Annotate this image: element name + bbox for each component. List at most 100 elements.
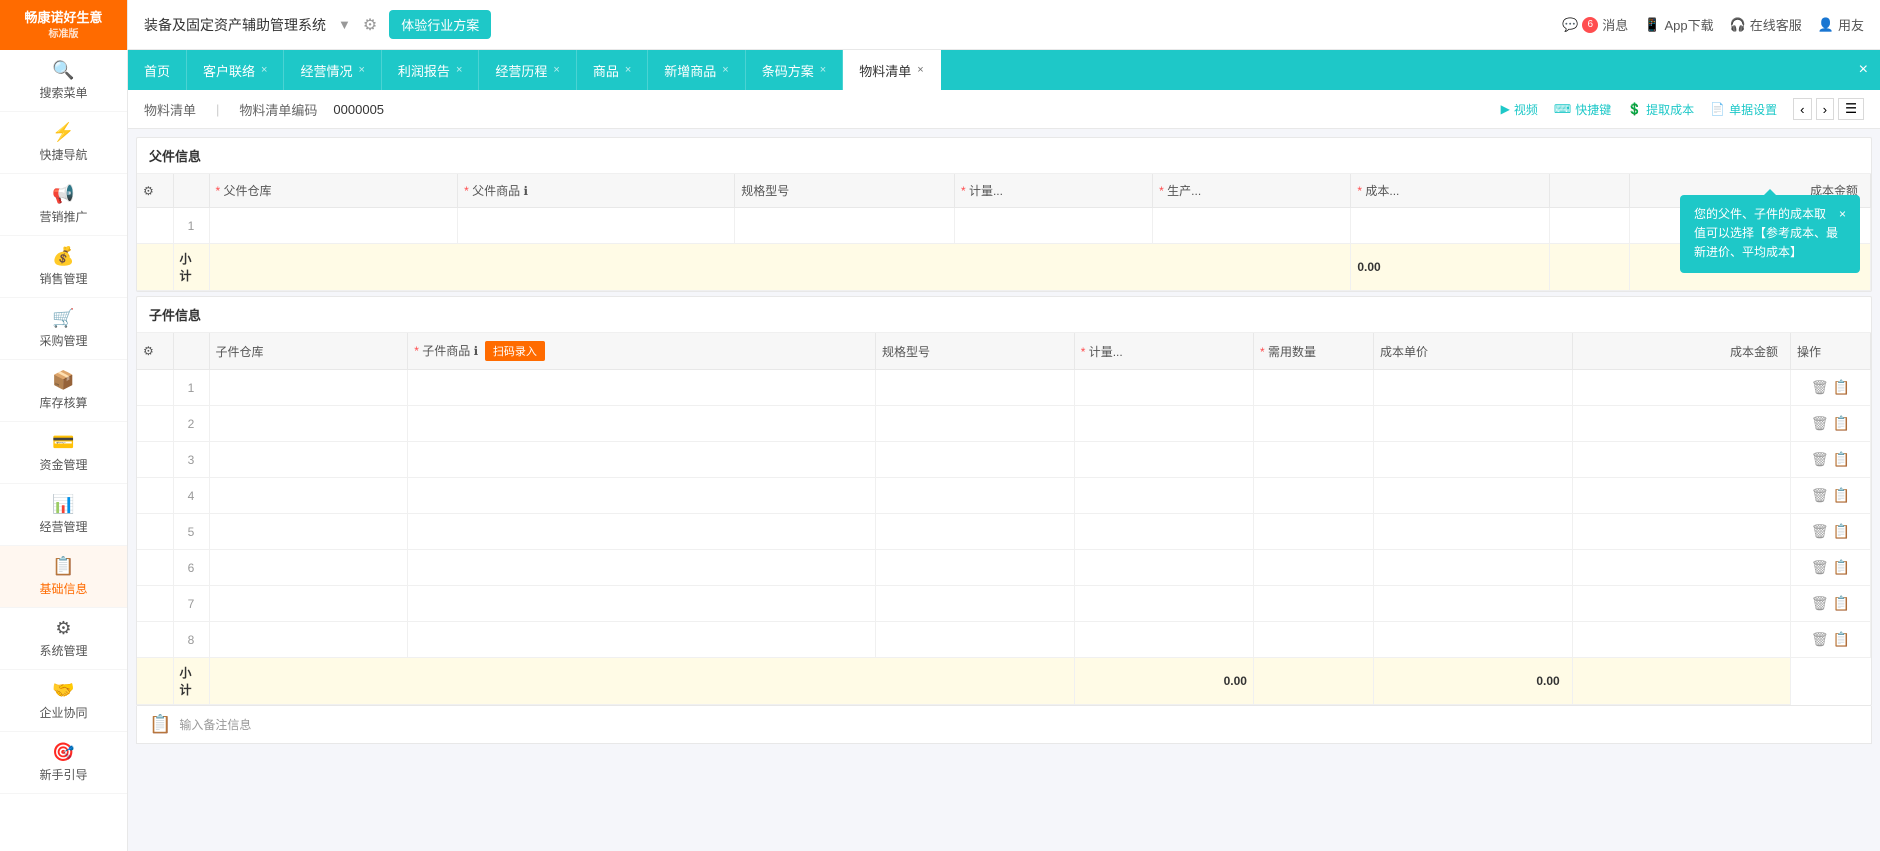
tab-home[interactable]: 首页 [128, 50, 187, 90]
child-qty-cell[interactable] [1253, 442, 1373, 478]
parent-production-cell[interactable] [1153, 208, 1351, 244]
child-spec-cell[interactable] [875, 586, 1074, 622]
child-unit-cell[interactable] [1074, 370, 1253, 406]
child-warehouse-cell[interactable] [209, 406, 408, 442]
child-warehouse-cell[interactable] [209, 442, 408, 478]
single-setting-button[interactable]: 📄 单据设置 [1710, 101, 1777, 118]
copy-icon[interactable]: 📋 [1833, 415, 1850, 432]
tab-barcode-close[interactable]: × [820, 64, 826, 76]
child-col-settings[interactable]: ⚙ [137, 333, 173, 370]
child-unit-cost-cell[interactable] [1373, 406, 1572, 442]
child-qty-cell[interactable] [1253, 586, 1373, 622]
child-spec-cell[interactable] [875, 370, 1074, 406]
sidebar-item-operation[interactable]: 📊 经营管理 [0, 484, 127, 546]
online-service-item[interactable]: 🎧 在线客服 [1730, 15, 1802, 34]
copy-icon[interactable]: 📋 [1833, 559, 1850, 576]
child-warehouse-cell[interactable] [209, 478, 408, 514]
get-cost-button[interactable]: 💲 提取成本 [1627, 101, 1694, 118]
copy-icon[interactable]: 📋 [1833, 523, 1850, 540]
prev-button[interactable]: ‹ [1793, 98, 1811, 120]
child-unit-cost-cell[interactable] [1373, 442, 1572, 478]
child-warehouse-cell[interactable] [209, 550, 408, 586]
user-item[interactable]: 👤 用友 [1818, 15, 1864, 34]
close-all-button[interactable]: × [1847, 61, 1880, 79]
parent-cost-cell[interactable] [1351, 208, 1549, 244]
view-button[interactable]: ▶ 视频 [1501, 101, 1538, 118]
child-unit-cost-cell[interactable] [1373, 478, 1572, 514]
shortcut-button[interactable]: ⌨ 快捷键 [1554, 101, 1611, 118]
sidebar-item-inventory[interactable]: 📦 库存核算 [0, 360, 127, 422]
list-view-button[interactable]: ☰ [1838, 98, 1864, 120]
child-unit-cell[interactable] [1074, 478, 1253, 514]
child-unit-cell[interactable] [1074, 406, 1253, 442]
child-qty-cell[interactable] [1253, 370, 1373, 406]
child-goods-cell[interactable] [408, 442, 876, 478]
child-spec-cell[interactable] [875, 478, 1074, 514]
tab-barcode[interactable]: 条码方案 × [746, 50, 843, 90]
child-goods-cell[interactable] [408, 406, 876, 442]
sidebar-item-basic-info[interactable]: 📋 基础信息 [0, 546, 127, 608]
delete-icon[interactable]: 🗑 [1811, 487, 1829, 504]
child-qty-cell[interactable] [1253, 478, 1373, 514]
child-qty-cell[interactable] [1253, 406, 1373, 442]
child-goods-cell[interactable] [408, 514, 876, 550]
delete-icon[interactable]: 🗑 [1811, 595, 1829, 612]
tab-customer[interactable]: 客户联络 × [187, 50, 284, 90]
child-unit-cell[interactable] [1074, 550, 1253, 586]
parent-unit-cell[interactable] [954, 208, 1152, 244]
next-button[interactable]: › [1816, 98, 1834, 120]
child-spec-cell[interactable] [875, 550, 1074, 586]
tab-new-goods[interactable]: 新增商品 × [648, 50, 745, 90]
child-unit-cell[interactable] [1074, 586, 1253, 622]
sidebar-item-search[interactable]: 🔍 搜索菜单 [0, 50, 127, 112]
child-warehouse-cell[interactable] [209, 370, 408, 406]
child-warehouse-cell[interactable] [209, 586, 408, 622]
tab-profit[interactable]: 利润报告 × [382, 50, 479, 90]
parent-col-settings[interactable]: ⚙ [137, 174, 173, 208]
child-spec-cell[interactable] [875, 442, 1074, 478]
settings-icon[interactable]: ⚙ [363, 15, 377, 35]
parent-spec-cell[interactable] [735, 208, 955, 244]
tab-operation[interactable]: 经营情况 × [284, 50, 381, 90]
delete-icon[interactable]: 🗑 [1811, 379, 1829, 396]
child-goods-cell[interactable] [408, 622, 876, 658]
child-goods-cell[interactable] [408, 586, 876, 622]
child-warehouse-cell[interactable] [209, 622, 408, 658]
app-download-item[interactable]: 📱 App下载 [1644, 15, 1713, 34]
child-spec-cell[interactable] [875, 406, 1074, 442]
delete-icon[interactable]: 🗑 [1811, 631, 1829, 648]
delete-icon[interactable]: 🗑 [1811, 451, 1829, 468]
child-unit-cell[interactable] [1074, 514, 1253, 550]
copy-icon[interactable]: 📋 [1833, 379, 1850, 396]
sidebar-item-marketing[interactable]: 📢 营销推广 [0, 174, 127, 236]
child-unit-cost-cell[interactable] [1373, 586, 1572, 622]
child-qty-cell[interactable] [1253, 622, 1373, 658]
child-goods-cell[interactable] [408, 370, 876, 406]
tab-history-close[interactable]: × [553, 64, 559, 76]
delete-icon[interactable]: 🗑 [1811, 559, 1829, 576]
child-qty-cell[interactable] [1253, 514, 1373, 550]
child-goods-cell[interactable] [408, 478, 876, 514]
sidebar-item-sales[interactable]: 💰 销售管理 [0, 236, 127, 298]
child-unit-cost-cell[interactable] [1373, 514, 1572, 550]
child-unit-cost-cell[interactable] [1373, 370, 1572, 406]
sidebar-item-guide[interactable]: 🎯 新手引导 [0, 732, 127, 794]
tab-new-goods-close[interactable]: × [722, 64, 728, 76]
copy-icon[interactable]: 📋 [1833, 451, 1850, 468]
child-unit-cell[interactable] [1074, 622, 1253, 658]
sidebar-item-finance[interactable]: 💳 资金管理 [0, 422, 127, 484]
delete-icon[interactable]: 🗑 [1811, 523, 1829, 540]
tab-bom[interactable]: 物料清单 × [843, 50, 940, 90]
child-qty-cell[interactable] [1253, 550, 1373, 586]
sidebar-item-system[interactable]: ⚙ 系统管理 [0, 608, 127, 670]
tab-goods[interactable]: 商品 × [577, 50, 648, 90]
tab-goods-close[interactable]: × [625, 64, 631, 76]
copy-icon[interactable]: 📋 [1833, 595, 1850, 612]
sidebar-item-purchase[interactable]: 🛒 采购管理 [0, 298, 127, 360]
tooltip-close-button[interactable]: × [1839, 205, 1846, 224]
tab-bom-close[interactable]: × [917, 64, 923, 76]
tab-profit-close[interactable]: × [456, 64, 462, 76]
copy-icon[interactable]: 📋 [1833, 631, 1850, 648]
tab-operation-close[interactable]: × [358, 64, 364, 76]
message-item[interactable]: 💬 6 消息 [1562, 15, 1628, 34]
